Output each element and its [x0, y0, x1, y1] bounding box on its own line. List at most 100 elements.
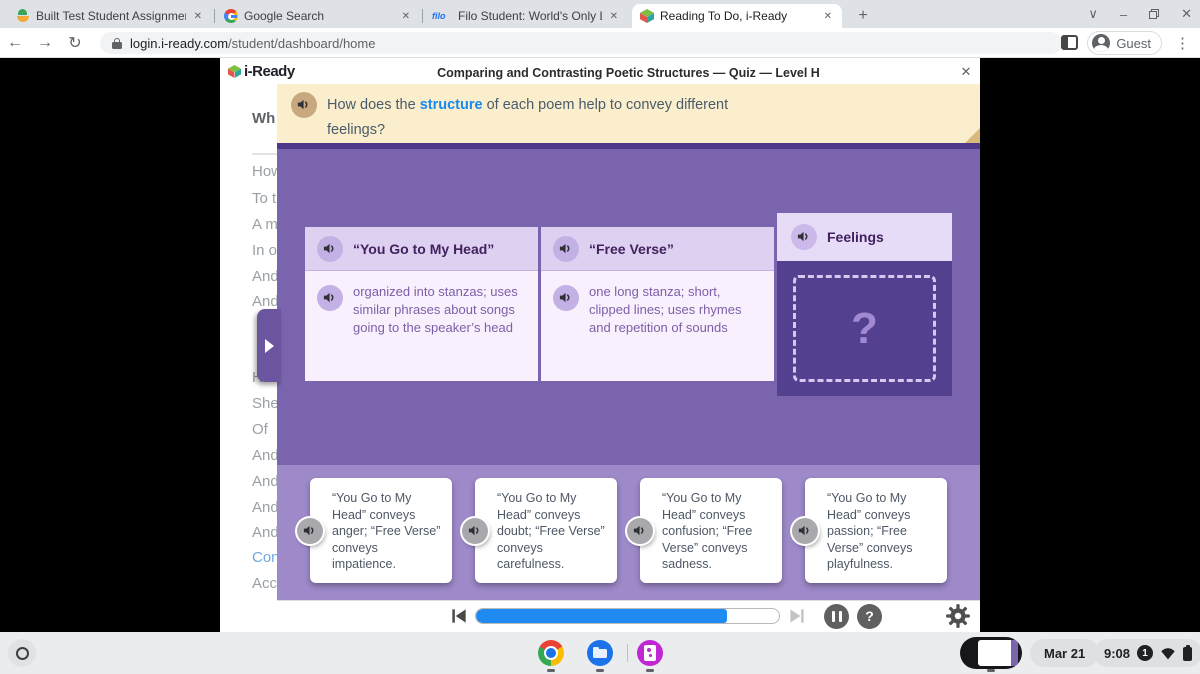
url-host: login.i-ready.com [130, 35, 229, 51]
answer-card[interactable]: “You Go to My Head” conveys anger; “Free… [297, 478, 452, 583]
tab-close-icon[interactable]: ✕ [192, 11, 204, 22]
browser-menu-icon[interactable]: ⋮ [1175, 34, 1190, 52]
play-arrow-icon [264, 338, 274, 353]
help-button[interactable]: ? [857, 603, 882, 629]
page-text-fragment: And [252, 499, 278, 516]
screen-icon [644, 645, 656, 661]
files-app-icon[interactable] [587, 640, 613, 666]
skip-back-icon[interactable] [449, 606, 469, 626]
progress-fill [476, 609, 728, 623]
answer-text: “You Go to My Head” conveys doubt; “Free… [497, 491, 605, 571]
tab-filo[interactable]: filo Filo Student: World's Only Live In … [424, 4, 628, 28]
cell-text: one long stanza; short, clipped lines; u… [589, 284, 742, 335]
column-header-label: Feelings [827, 229, 884, 245]
window-close-icon[interactable]: ✕ [1181, 6, 1192, 22]
window-preview-image [978, 640, 1018, 666]
quiz-close-icon[interactable]: ✕ [956, 62, 976, 82]
page-text-fragment: And [252, 293, 278, 310]
date-pill[interactable]: Mar 21 [1030, 639, 1100, 667]
notification-badge: 1 [1137, 645, 1154, 661]
page-divider [252, 153, 278, 155]
back-icon[interactable]: ← [0, 34, 30, 52]
tab-title: Built Test Student Assignment - S [36, 9, 186, 23]
pause-button[interactable] [824, 603, 849, 629]
page-text-fragment: And [252, 268, 278, 285]
screencast-app-icon[interactable] [637, 640, 663, 666]
vocab-highlight[interactable]: structure [420, 97, 483, 113]
tab-search-chevron-icon[interactable]: ∨ [1088, 6, 1098, 22]
window-controls: ∨ – ✕ [1088, 0, 1192, 28]
header-speaker-icon[interactable] [791, 224, 817, 250]
battery-icon [1183, 644, 1193, 661]
table-column-you-go-to-my-head: “You Go to My Head” organized into stanz… [305, 227, 538, 381]
avatar-icon [1092, 34, 1111, 52]
answer-text: “You Go to My Head” conveys anger; “Free… [332, 491, 441, 571]
tab-separator [214, 9, 215, 23]
cell-speaker-icon[interactable] [317, 285, 343, 311]
minimize-icon[interactable]: – [1120, 7, 1127, 22]
settings-gear-icon[interactable] [945, 603, 971, 629]
column-header-label: “Free Verse” [589, 240, 674, 257]
column-cell: one long stanza; short, clipped lines; u… [541, 271, 774, 381]
running-indicator [547, 669, 555, 672]
player-bar: ? [277, 600, 980, 630]
forward-icon[interactable]: → [30, 34, 60, 52]
chrome-app-icon[interactable] [538, 640, 564, 666]
slideout-tab-button[interactable] [257, 309, 281, 382]
cell-text: organized into stanzas; uses similar phr… [353, 284, 518, 335]
page-text-fragment: And [252, 524, 278, 541]
new-tab-button[interactable]: + [852, 5, 874, 27]
tab-close-icon[interactable]: ✕ [822, 11, 834, 22]
clock-label: 9:08 [1104, 645, 1131, 661]
tab-close-icon[interactable]: ✕ [400, 11, 412, 22]
tab-title: Google Search [244, 9, 325, 23]
shelf-separator [627, 644, 628, 662]
question-speaker-icon[interactable] [291, 92, 317, 118]
skip-forward-icon[interactable] [787, 606, 807, 626]
profile-button[interactable]: Guest [1087, 31, 1162, 55]
island-favicon-icon [16, 9, 30, 23]
page-text-fragment: In o [252, 242, 278, 259]
answer-speaker-icon[interactable] [627, 518, 653, 544]
status-tray[interactable]: 9:08 1 [1094, 639, 1200, 667]
progress-bar[interactable] [475, 608, 780, 624]
launcher-button[interactable] [8, 639, 36, 667]
answer-card[interactable]: “You Go to My Head” conveys confusion; “… [627, 478, 782, 583]
page-curl-icon [965, 128, 980, 143]
page-link-fragment[interactable]: Con [252, 549, 278, 566]
chromeos-shelf: Mar 21 9:08 1 [0, 632, 1200, 674]
lock-icon[interactable] [112, 37, 122, 49]
address-bar: ← → ↻ login.i-ready.com/student/dashboar… [0, 28, 1200, 58]
header-speaker-icon[interactable] [553, 235, 579, 262]
tab-title: Reading To Do, i-Ready [660, 9, 788, 23]
column-cell: organized into stanzas; uses similar phr… [305, 271, 538, 381]
table-column-free-verse: “Free Verse” one long stanza; short, cli… [541, 227, 774, 381]
folder-icon [593, 646, 607, 658]
answer-speaker-icon[interactable] [792, 518, 818, 544]
drop-zone[interactable]: ? [793, 275, 936, 382]
answer-card[interactable]: “You Go to My Head” conveys doubt; “Free… [462, 478, 617, 583]
answer-speaker-icon[interactable] [462, 518, 488, 544]
date-label: Mar 21 [1044, 645, 1086, 661]
question-text: How does the structure of each poem help… [327, 97, 729, 138]
answer-text: “You Go to My Head” conveys passion; “Fr… [827, 491, 913, 571]
restore-icon[interactable] [1149, 9, 1160, 19]
answer-card[interactable]: “You Go to My Head” conveys passion; “Fr… [792, 478, 947, 583]
launcher-icon [15, 646, 29, 660]
page-text-fragment: She [252, 395, 278, 412]
side-panel-icon[interactable] [1061, 35, 1078, 50]
url-field[interactable]: login.i-ready.com/student/dashboard/home [100, 32, 1062, 54]
tab-close-icon[interactable]: ✕ [608, 11, 620, 22]
tab-iready-active[interactable]: Reading To Do, i-Ready ✕ [632, 4, 842, 28]
answer-speaker-icon[interactable] [297, 518, 323, 544]
tab-built-test[interactable]: Built Test Student Assignment - S ✕ [8, 4, 212, 28]
profile-label: Guest [1116, 35, 1151, 51]
tab-strip: Built Test Student Assignment - S ✕ Goog… [0, 0, 1200, 28]
reload-icon[interactable]: ↻ [60, 33, 90, 53]
page-text-fragment: And [252, 447, 278, 464]
column-header: “You Go to My Head” [305, 227, 538, 271]
tab-google-search[interactable]: Google Search ✕ [216, 4, 420, 28]
window-preview-thumbnail[interactable] [960, 637, 1022, 669]
header-speaker-icon[interactable] [317, 235, 343, 262]
cell-speaker-icon[interactable] [553, 285, 579, 311]
